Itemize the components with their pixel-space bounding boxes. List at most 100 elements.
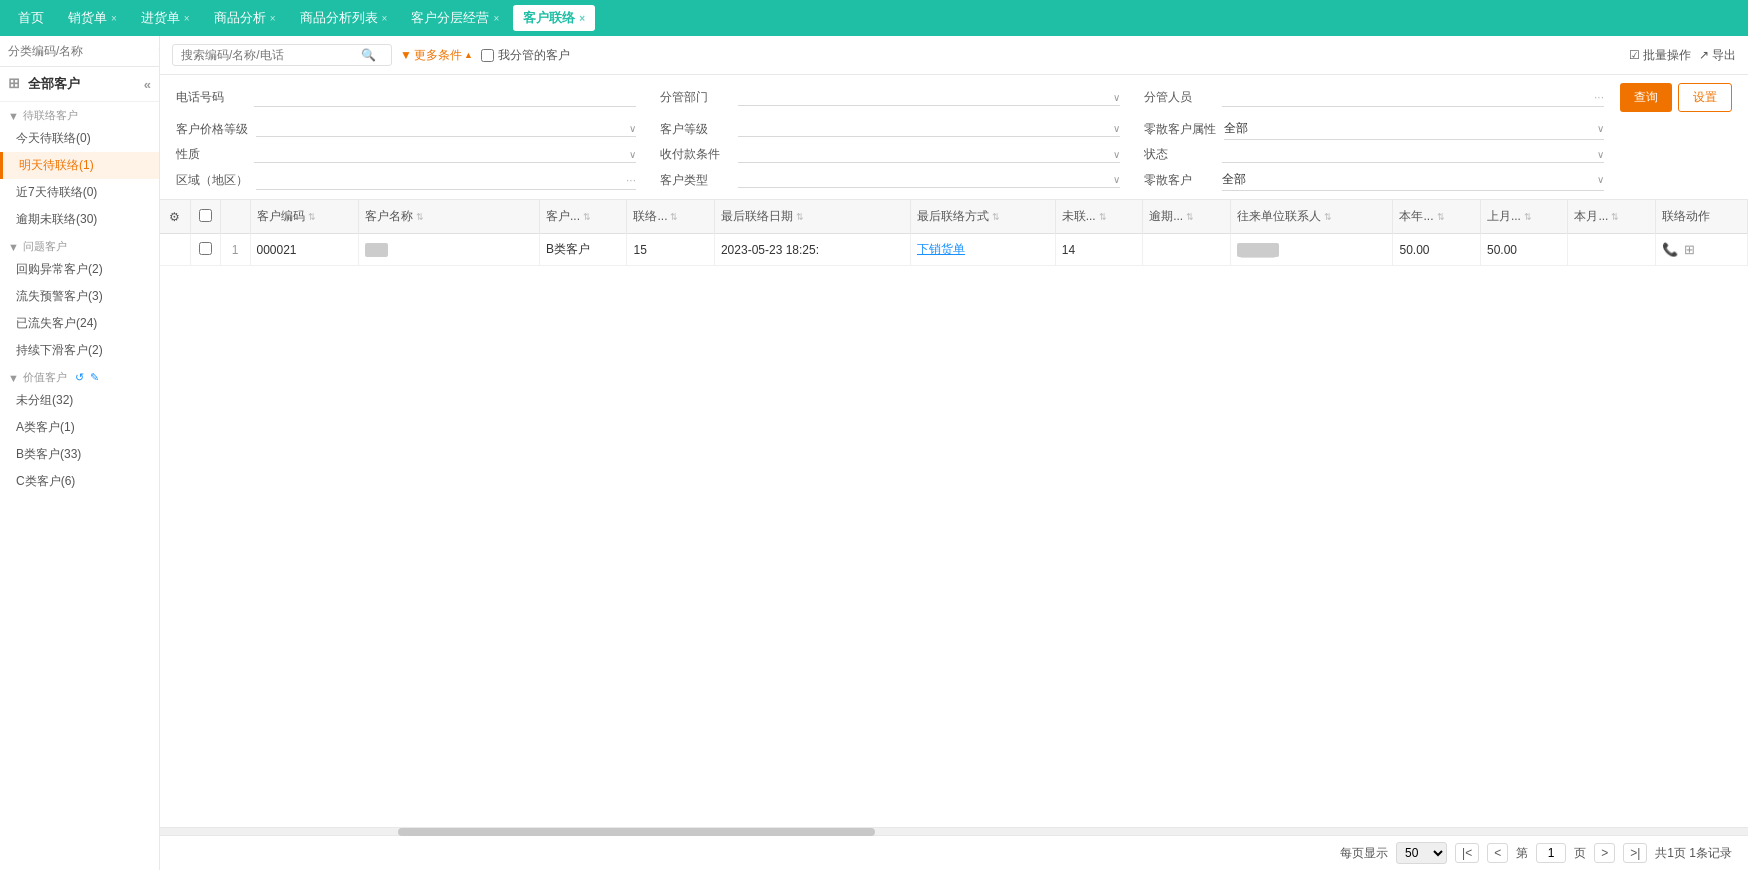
close-product-analysis-icon[interactable]: × — [270, 13, 276, 24]
last-method-link[interactable]: 下销货单 — [917, 242, 965, 256]
collapse-icon[interactable]: « — [144, 77, 151, 92]
nature-caret-icon: ∨ — [629, 149, 636, 160]
batch-op-btn[interactable]: ☑ 批量操作 — [1629, 47, 1691, 64]
retail-attr-select[interactable]: 全部 ∨ — [1224, 118, 1604, 140]
horizontal-scrollbar[interactable] — [160, 827, 1748, 835]
status-caret-icon: ∨ — [1597, 149, 1604, 160]
prev-page-btn[interactable]: < — [1487, 843, 1508, 863]
nav-product-analysis[interactable]: 商品分析 × — [204, 5, 286, 31]
th-last-date[interactable]: 最后联络日期⇅ — [714, 200, 910, 234]
sidebar-item-ungrouped[interactable]: 未分组(32) — [0, 387, 159, 414]
close-purchase-icon[interactable]: × — [184, 13, 190, 24]
cust-type-select[interactable]: ∨ — [738, 172, 1120, 188]
action-grid-icon[interactable]: ⊞ — [1684, 242, 1695, 257]
edit-icon[interactable]: ✎ — [90, 371, 99, 384]
th-type[interactable]: 客户...⇅ — [540, 200, 627, 234]
manager-label: 分管人员 — [1144, 89, 1214, 106]
row-checkbox[interactable] — [190, 234, 220, 266]
sidebar-item-overdue[interactable]: 逾期未联络(30) — [0, 206, 159, 233]
th-this-month[interactable]: 本月...⇅ — [1568, 200, 1655, 234]
sidebar-all-customers[interactable]: ⊞ 全部客户 « — [0, 67, 159, 102]
more-conditions-btn[interactable]: ▼ 更多条件 ▲ — [400, 47, 473, 64]
sidebar-item-class-b[interactable]: B类客户(33) — [0, 441, 159, 468]
sidebar-item-class-c[interactable]: C类客户(6) — [0, 468, 159, 495]
query-button[interactable]: 查询 — [1620, 83, 1672, 112]
sidebar-item-declining[interactable]: 持续下滑客户(2) — [0, 337, 159, 364]
first-page-btn[interactable]: |< — [1455, 843, 1479, 863]
sidebar-item-7days[interactable]: 近7天待联络(0) — [0, 179, 159, 206]
row-name[interactable]: Ea — [359, 234, 540, 266]
th-checkbox[interactable] — [190, 200, 220, 234]
close-product-list-icon[interactable]: × — [382, 13, 388, 24]
nav-customer-contact[interactable]: 客户联络 × — [513, 5, 595, 31]
table-footer: 每页显示 50 100 200 |< < 第 页 > >| 共1页 1条记录 — [160, 835, 1748, 870]
th-no-contact[interactable]: 未联...⇅ — [1055, 200, 1142, 234]
cust-level-caret-icon: ∨ — [1113, 123, 1120, 134]
search-input[interactable] — [181, 48, 361, 62]
scroll-thumb[interactable] — [398, 828, 874, 836]
th-this-year[interactable]: 本年...⇅ — [1393, 200, 1480, 234]
dept-select[interactable]: ∨ — [738, 90, 1120, 106]
select-all-checkbox[interactable] — [199, 209, 212, 222]
pay-terms-select[interactable]: ∨ — [738, 147, 1120, 163]
retail-cust-caret-icon: ∨ — [1597, 174, 1604, 185]
close-layering-icon[interactable]: × — [493, 13, 499, 24]
th-overdue[interactable]: 逾期...⇅ — [1143, 200, 1230, 234]
sidebar-item-churn-warning[interactable]: 流失预警客户(3) — [0, 283, 159, 310]
row-select-checkbox[interactable] — [199, 242, 212, 255]
export-btn[interactable]: ↗ 导出 — [1699, 47, 1736, 64]
sort-contacts-icon: ⇅ — [670, 212, 678, 222]
cust-level-select[interactable]: ∨ — [738, 121, 1120, 137]
per-page-select[interactable]: 50 100 200 — [1396, 842, 1447, 864]
row-this-year: 50.00 — [1393, 234, 1480, 266]
my-customers-checkbox[interactable] — [481, 49, 494, 62]
status-select[interactable]: ∨ — [1222, 147, 1604, 163]
row-last-method[interactable]: 下销货单 — [910, 234, 1055, 266]
last-page-btn[interactable]: >| — [1623, 843, 1647, 863]
th-unit-contact[interactable]: 往来单位联系人⇅ — [1230, 200, 1393, 234]
phone-input[interactable] — [254, 88, 636, 107]
sidebar-search-input[interactable] — [8, 44, 158, 58]
nav-purchase[interactable]: 进货单 × — [131, 5, 200, 31]
pay-terms-label: 收付款条件 — [660, 146, 730, 163]
settings-button[interactable]: 设置 — [1678, 83, 1732, 112]
action-phone-icon[interactable]: 📞 — [1662, 242, 1678, 257]
th-code[interactable]: 客户编码⇅ — [250, 200, 359, 234]
page-number-input[interactable] — [1536, 843, 1566, 863]
manager-select[interactable]: ··· — [1222, 88, 1604, 107]
nature-select[interactable]: ∨ — [254, 147, 636, 163]
retail-cust-select[interactable]: 全部 ∨ — [1222, 169, 1604, 191]
close-sales-icon[interactable]: × — [111, 13, 117, 24]
th-settings[interactable]: ⚙ — [160, 200, 190, 234]
refresh-icon[interactable]: ↺ — [75, 371, 84, 384]
caret-up-icon: ▲ — [464, 50, 473, 60]
filter-region: 区域（地区） ··· — [176, 171, 636, 190]
data-table: ⚙ 客户编码⇅ 客户名称⇅ 客户...⇅ — [160, 200, 1748, 266]
nav-sales[interactable]: 销货单 × — [58, 5, 127, 31]
th-name[interactable]: 客户名称⇅ — [359, 200, 540, 234]
my-customers-check[interactable]: 我分管的客户 — [481, 47, 570, 64]
sidebar-item-churned[interactable]: 已流失客户(24) — [0, 310, 159, 337]
settings-icon[interactable]: ⚙ — [169, 210, 180, 224]
next-page-btn[interactable]: > — [1594, 843, 1615, 863]
sidebar-item-tomorrow[interactable]: 明天待联络(1) — [0, 152, 159, 179]
sidebar-item-class-a[interactable]: A类客户(1) — [0, 414, 159, 441]
section-title-problem: ▼ 问题客户 — [0, 233, 159, 256]
retail-attr-label: 零散客户属性 — [1144, 121, 1216, 138]
sort-type-icon: ⇅ — [583, 212, 591, 222]
th-last-method[interactable]: 最后联络方式⇅ — [910, 200, 1055, 234]
close-contact-icon[interactable]: × — [579, 13, 585, 24]
region-select[interactable]: ··· — [256, 171, 636, 190]
arrow-problem-icon: ▼ — [8, 241, 19, 253]
nav-home[interactable]: 首页 — [8, 5, 54, 31]
filter-row-3: 性质 ∨ 收付款条件 ∨ 状态 ∨ — [176, 146, 1732, 163]
sidebar-item-today[interactable]: 今天待联络(0) — [0, 125, 159, 152]
price-level-select[interactable]: ∨ — [256, 121, 636, 137]
row-code[interactable]: 000021 — [250, 234, 359, 266]
th-contacts[interactable]: 联络...⇅ — [627, 200, 714, 234]
th-last-month[interactable]: 上月...⇅ — [1480, 200, 1567, 234]
search-submit-icon[interactable]: 🔍 — [361, 48, 376, 62]
nav-customer-layering[interactable]: 客户分层经营 × — [401, 5, 509, 31]
sidebar-item-abnormal-repurchase[interactable]: 回购异常客户(2) — [0, 256, 159, 283]
nav-product-analysis-list[interactable]: 商品分析列表 × — [290, 5, 398, 31]
